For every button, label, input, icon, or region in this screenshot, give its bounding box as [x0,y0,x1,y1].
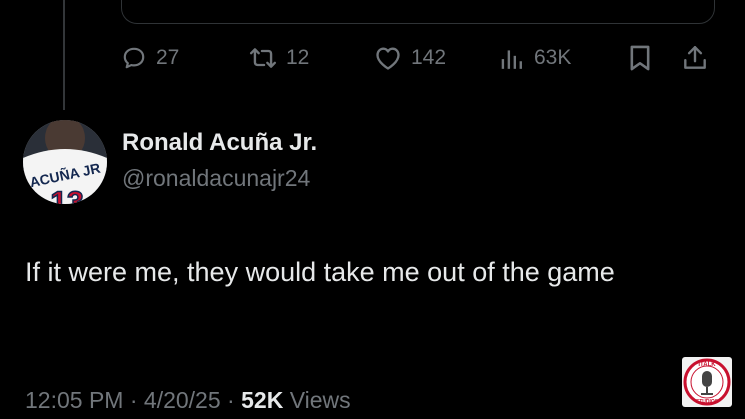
views-chart-icon [499,45,525,71]
bookmark-icon [628,44,652,72]
italk-studios-watermark-logo: ITALK STUDIOS [682,357,732,407]
tweet-views-label: Views [289,387,351,413]
heart-icon [374,45,402,71]
tweet-views-count: 52K [241,387,284,413]
share-button[interactable] [682,40,708,76]
author-handle[interactable]: @ronaldacunajr24 [122,165,310,192]
bookmark-button[interactable] [628,40,652,76]
watermark-top-text: ITALK [698,362,716,368]
author-avatar[interactable]: ACUÑA JR 13 [23,120,107,204]
tweet-date[interactable]: 4/20/25 [144,387,221,413]
reply-count: 27 [156,46,180,69]
share-icon [682,44,708,72]
tweet-text: If it were me, they would take me out of… [25,257,615,287]
reply-icon [121,45,147,71]
avatar-jersey-number: 13 [50,186,83,204]
views-button[interactable]: 63K [499,40,571,76]
reply-button[interactable]: 27 [121,40,179,76]
action-bar: 27 12 142 63K [121,40,715,76]
watermark-bottom-text: STUDIOS [696,399,719,405]
meta-separator: · [129,387,138,413]
repost-icon [249,45,277,71]
like-button[interactable]: 142 [374,40,446,76]
thread-connector-line [63,0,65,110]
like-count: 142 [411,46,447,69]
meta-separator: · [227,387,235,413]
author-name[interactable]: Ronald Acuña Jr. [122,129,317,157]
repost-count: 12 [286,46,310,69]
tweet-meta: 12:05 PM · 4/20/25 · 52K Views [25,387,351,414]
views-count: 63K [534,46,572,69]
tweet-time[interactable]: 12:05 PM [25,387,123,413]
quoted-post-card[interactable] [121,0,715,24]
repost-button[interactable]: 12 [249,40,309,76]
